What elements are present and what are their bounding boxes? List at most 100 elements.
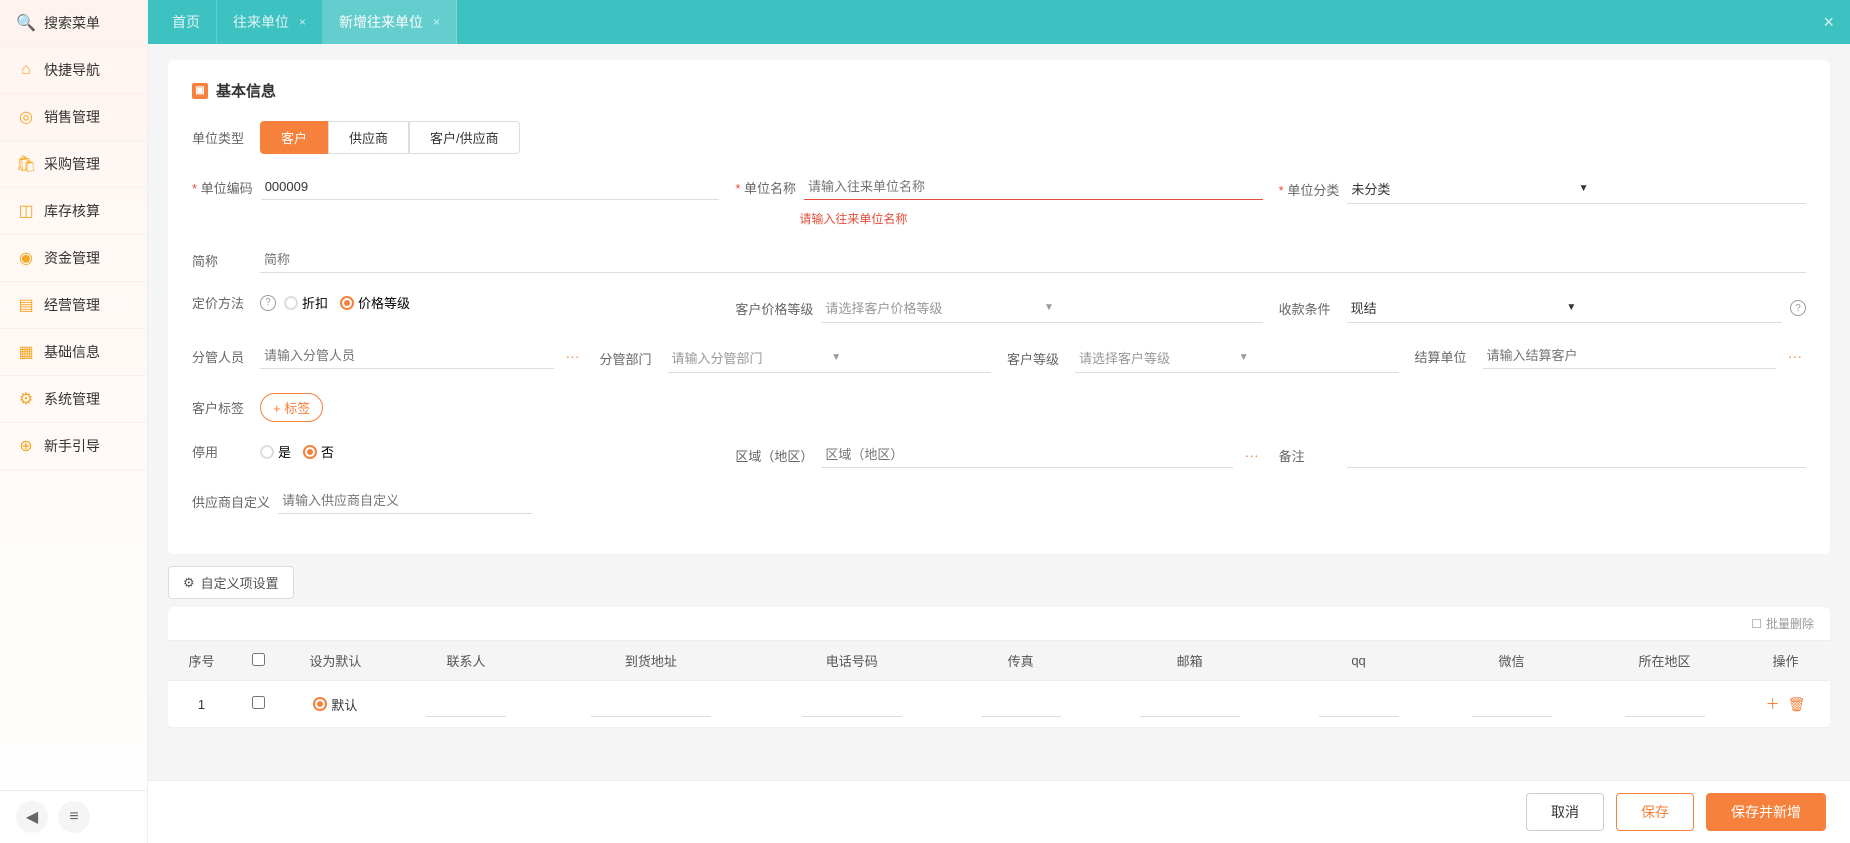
customer-level-select[interactable]: 请选择客户等级 ▼ [1075,343,1399,373]
row-address-input[interactable] [591,691,711,717]
payment-condition-select[interactable]: 现结 ▼ [1347,293,1782,323]
unit-category-select[interactable]: 未分类 ▼ [1347,174,1806,204]
unit-name-input[interactable] [804,174,1263,200]
pricing-level-option[interactable]: 价格等级 [340,293,410,312]
unit-category-value: 未分类 [1351,179,1574,198]
remarks-label: 备注 [1279,446,1339,465]
sidebar-item-purchase[interactable]: 🛍 采购管理 [0,141,147,188]
sidebar-item-basic[interactable]: ▦ 基础信息 [0,329,147,376]
main-area: 首页 往来单位 × 新增往来单位 × × ▣ 基本信息 单位类型 客户 [148,0,1850,843]
pricing-method-group: 定价方法 ? 折扣 价格等级 [192,293,719,312]
unit-category-group: 单位分类 未分类 ▼ [1279,174,1806,204]
system-icon: ⚙ [16,389,36,409]
unit-name-error: 请输入往来单位名称 [799,210,907,227]
header-checkbox[interactable] [252,653,265,666]
sidebar-item-operations[interactable]: ▤ 经营管理 [0,282,147,329]
sidebar-collapse-btn[interactable]: ◀ [16,801,48,833]
sidebar: 🔍 搜索菜单 ⌂ 快捷导航 ◎ 销售管理 🛍 采购管理 ◫ 库存核算 ◉ 资金管… [0,0,148,843]
remarks-input[interactable] [1347,442,1806,468]
section-header: ▣ 基本信息 [192,80,1806,101]
row-fax [944,681,1097,728]
settlement-unit-input[interactable] [1483,343,1777,369]
customer-price-level-select[interactable]: 请选择客户价格等级 ▼ [821,293,1262,323]
cancel-button[interactable]: 取消 [1526,793,1604,831]
manager-row: 分管人员 ··· 分管部门 请输入分管部门 ▼ 客户等级 请选择客户等级 ▼ [192,343,1806,373]
manager-group: 分管人员 ··· [192,343,584,369]
row-no: 1 [168,681,235,728]
section-icon: ▣ [192,83,208,99]
manager-more-btn[interactable]: ··· [562,348,584,364]
row-delete-btn[interactable]: 🗑 [1788,696,1806,713]
disabled-no-option[interactable]: 否 [303,442,334,461]
pricing-discount-radio[interactable] [284,296,298,310]
sidebar-item-search[interactable]: 🔍 搜索菜单 [0,0,147,47]
supplier-custom-input[interactable] [278,488,532,514]
row-contact [390,681,543,728]
row-checkbox-input[interactable] [252,696,265,709]
tab-home-label: 首页 [172,12,200,32]
sidebar-item-finance[interactable]: ◉ 资金管理 [0,235,147,282]
custom-settings-container: ⚙ 自定义项设置 [168,566,1830,599]
sidebar-item-sales-label: 销售管理 [44,107,100,127]
batch-delete-btn[interactable]: ☐ 批量删除 [1751,615,1814,632]
row-email-input[interactable] [1140,691,1240,717]
customer-level-placeholder: 请选择客户等级 [1079,348,1235,367]
pricing-discount-option[interactable]: 折扣 [284,293,328,312]
region-more-btn[interactable]: ··· [1241,447,1263,463]
custom-settings-btn[interactable]: ⚙ 自定义项设置 [168,566,294,599]
col-address: 到货地址 [543,641,760,681]
row-action-buttons: ＋ 🗑 [1749,694,1822,714]
supplier-custom-label: 供应商自定义 [192,492,270,511]
sidebar-item-quick-nav[interactable]: ⌂ 快捷导航 [0,47,147,94]
pricing-discount-label: 折扣 [302,293,328,312]
unit-type-customer-btn[interactable]: 客户 [260,121,328,154]
payment-condition-help[interactable]: ? [1790,300,1806,316]
region-input[interactable] [821,442,1232,468]
row-wechat-input[interactable] [1472,691,1552,717]
row-contact-input[interactable] [426,691,506,717]
tab-new-partner-close[interactable]: × [433,15,440,29]
sidebar-item-sales[interactable]: ◎ 销售管理 [0,94,147,141]
manager-input[interactable] [260,343,554,369]
disabled-no-radio[interactable] [303,445,317,459]
tab-new-partner[interactable]: 新增往来单位 × [323,0,457,44]
abbr-input[interactable] [260,247,1806,273]
save-new-button[interactable]: 保存并新增 [1706,793,1826,831]
row-phone-input[interactable] [802,691,902,717]
settlement-unit-more-btn[interactable]: ··· [1784,348,1806,364]
disabled-yes-option[interactable]: 是 [260,442,291,461]
dept-select[interactable]: 请输入分管部门 ▼ [668,343,992,373]
sidebar-item-inventory[interactable]: ◫ 库存核算 [0,188,147,235]
pricing-method-help[interactable]: ? [260,295,276,311]
customer-tag-row: 客户标签 + 标签 [192,393,1806,422]
row-region-input[interactable] [1625,691,1705,717]
tab-partners-close[interactable]: × [299,15,306,29]
col-no: 序号 [168,641,235,681]
sidebar-item-guide[interactable]: ⊕ 新手引导 [0,423,147,470]
row-fax-input[interactable] [981,691,1061,717]
add-tag-btn[interactable]: + 标签 [260,393,323,422]
col-phone: 电话号码 [759,641,944,681]
row-qq-input[interactable] [1319,691,1399,717]
row-default-radio-label[interactable]: 默认 [289,695,381,714]
inventory-icon: ◫ [16,201,36,221]
table-header-row: 序号 设为默认 联系人 到货地址 电话号码 传真 邮箱 qq 微信 所在地区 操… [168,641,1830,681]
row-add-btn[interactable]: ＋ [1766,694,1780,714]
disabled-yes-radio[interactable] [260,445,274,459]
tab-home[interactable]: 首页 [156,0,217,44]
customer-tag-label: 客户标签 [192,398,252,417]
unit-type-supplier-btn[interactable]: 供应商 [328,121,409,154]
window-close-btn[interactable]: × [1823,12,1834,33]
sidebar-menu-btn[interactable]: ≡ [58,801,90,833]
unit-code-input[interactable] [261,174,720,200]
unit-type-both-btn[interactable]: 客户/供应商 [409,121,520,154]
unit-type-group-container: 单位类型 客户 供应商 客户/供应商 [192,121,1806,154]
customer-price-level-group: 客户价格等级 请选择客户价格等级 ▼ [735,293,1262,323]
col-region: 所在地区 [1588,641,1741,681]
pricing-method-label: 定价方法 [192,293,252,312]
sidebar-item-system[interactable]: ⚙ 系统管理 [0,376,147,423]
save-button[interactable]: 保存 [1616,793,1694,831]
tab-partners[interactable]: 往来单位 × [217,0,323,44]
row-default-radio[interactable] [313,697,327,711]
pricing-level-radio[interactable] [340,296,354,310]
